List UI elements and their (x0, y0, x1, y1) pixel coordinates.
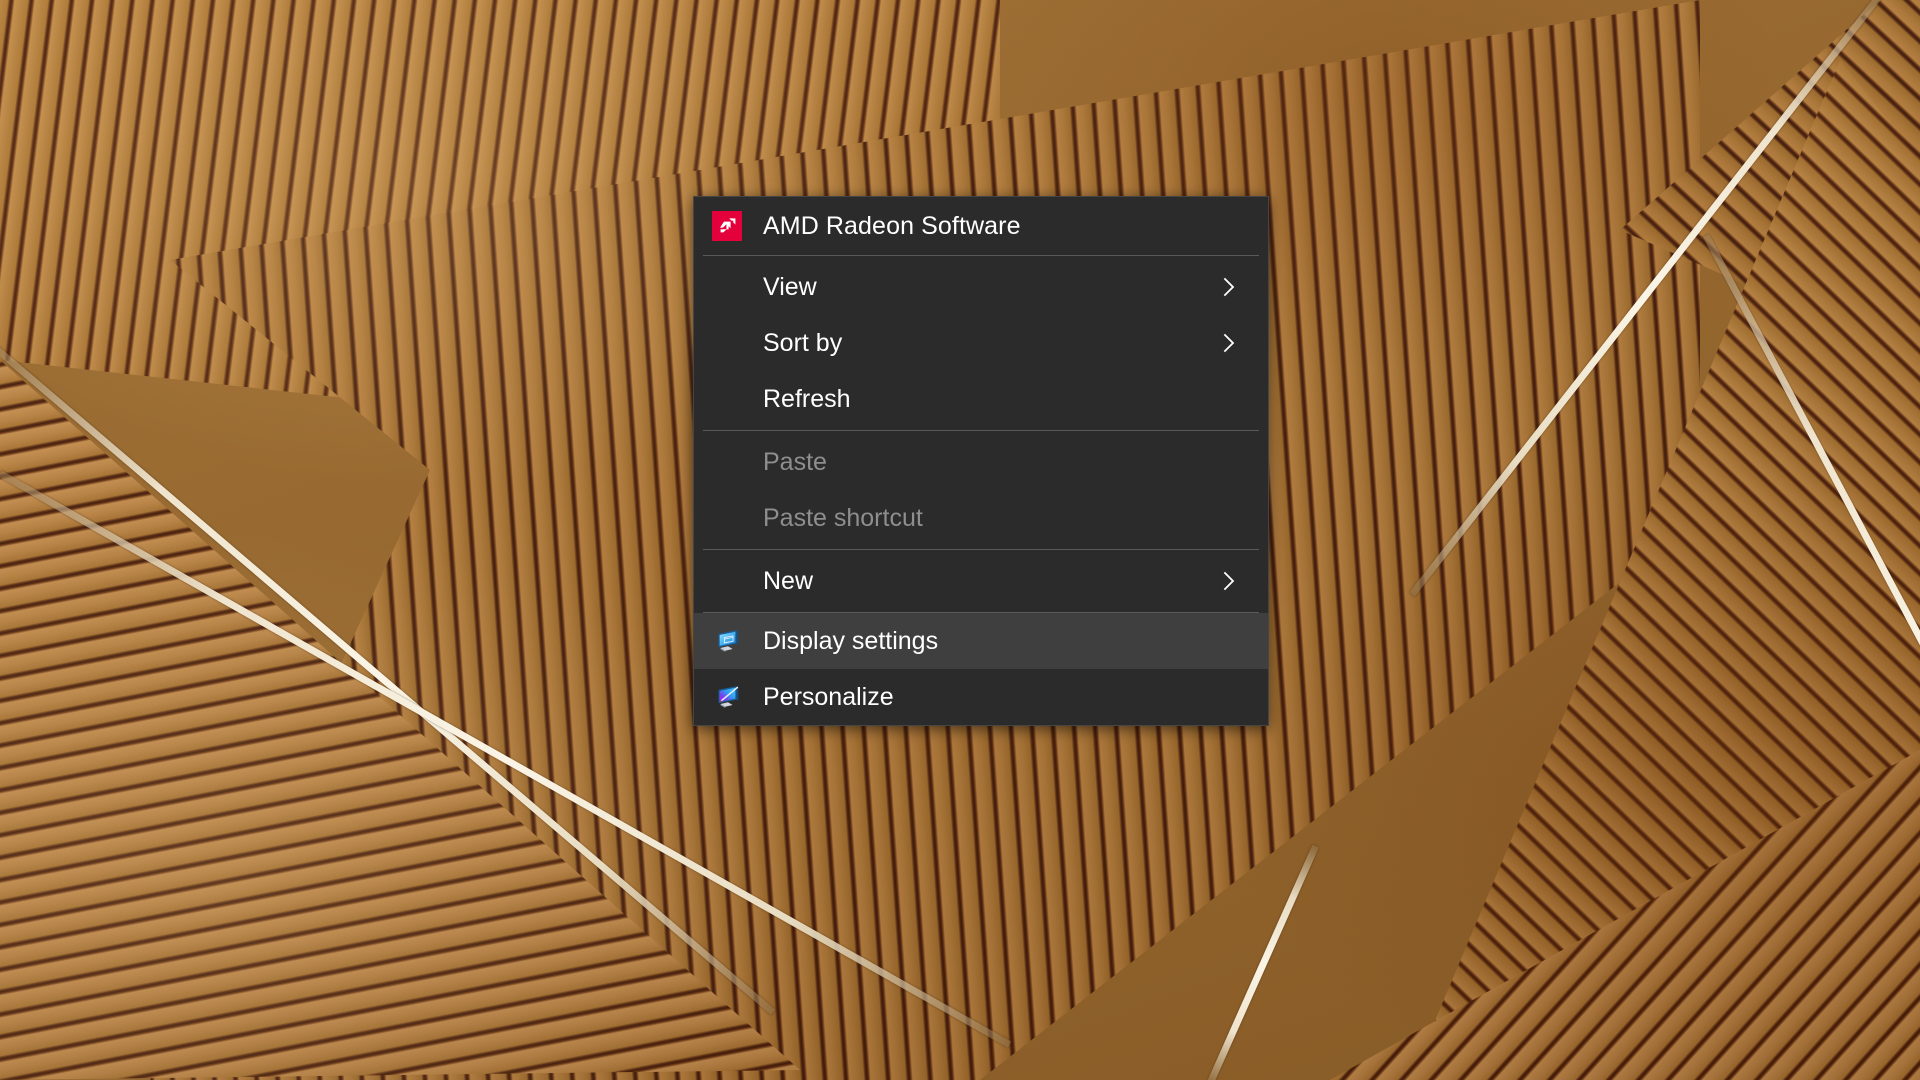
menu-icon-slot (712, 384, 742, 414)
menu-icon-slot (712, 447, 742, 477)
menu-icon-slot (712, 328, 742, 358)
chevron-right-icon (1218, 332, 1240, 354)
chevron-right-icon (1218, 570, 1240, 592)
menu-icon-slot (712, 272, 742, 302)
menu-item-personalize[interactable]: Personalize (694, 669, 1268, 725)
menu-label-personalize: Personalize (763, 682, 894, 711)
menu-item-paste-shortcut: Paste shortcut (694, 490, 1268, 546)
menu-icon-slot (712, 503, 742, 533)
menu-label-view: View (763, 272, 817, 301)
menu-label-new: New (763, 566, 814, 595)
menu-item-view[interactable]: View (694, 259, 1268, 315)
menu-label-paste-shortcut: Paste shortcut (763, 503, 923, 532)
menu-icon-slot (712, 566, 742, 596)
menu-item-new[interactable]: New (694, 553, 1268, 609)
menu-item-sort-by[interactable]: Sort by (694, 315, 1268, 371)
chevron-right-icon (1218, 276, 1240, 298)
amd-radeon-icon (712, 211, 742, 241)
menu-item-amd-radeon-software[interactable]: AMD Radeon Software (694, 197, 1268, 255)
menu-label-paste: Paste (763, 447, 827, 476)
menu-item-paste: Paste (694, 434, 1268, 490)
monitor-display-icon (712, 626, 742, 656)
monitor-brush-icon (712, 682, 742, 712)
menu-label-refresh: Refresh (763, 384, 851, 413)
menu-label-sort-by: Sort by (763, 328, 843, 357)
desktop[interactable]: AMD Radeon Software View Sort by Refresh… (0, 0, 1920, 1080)
menu-item-refresh[interactable]: Refresh (694, 371, 1268, 427)
desktop-context-menu[interactable]: AMD Radeon Software View Sort by Refresh… (693, 196, 1269, 726)
menu-label-amd-radeon-software: AMD Radeon Software (763, 211, 1021, 240)
menu-item-display-settings[interactable]: Display settings (694, 613, 1268, 669)
menu-label-display-settings: Display settings (763, 626, 939, 655)
